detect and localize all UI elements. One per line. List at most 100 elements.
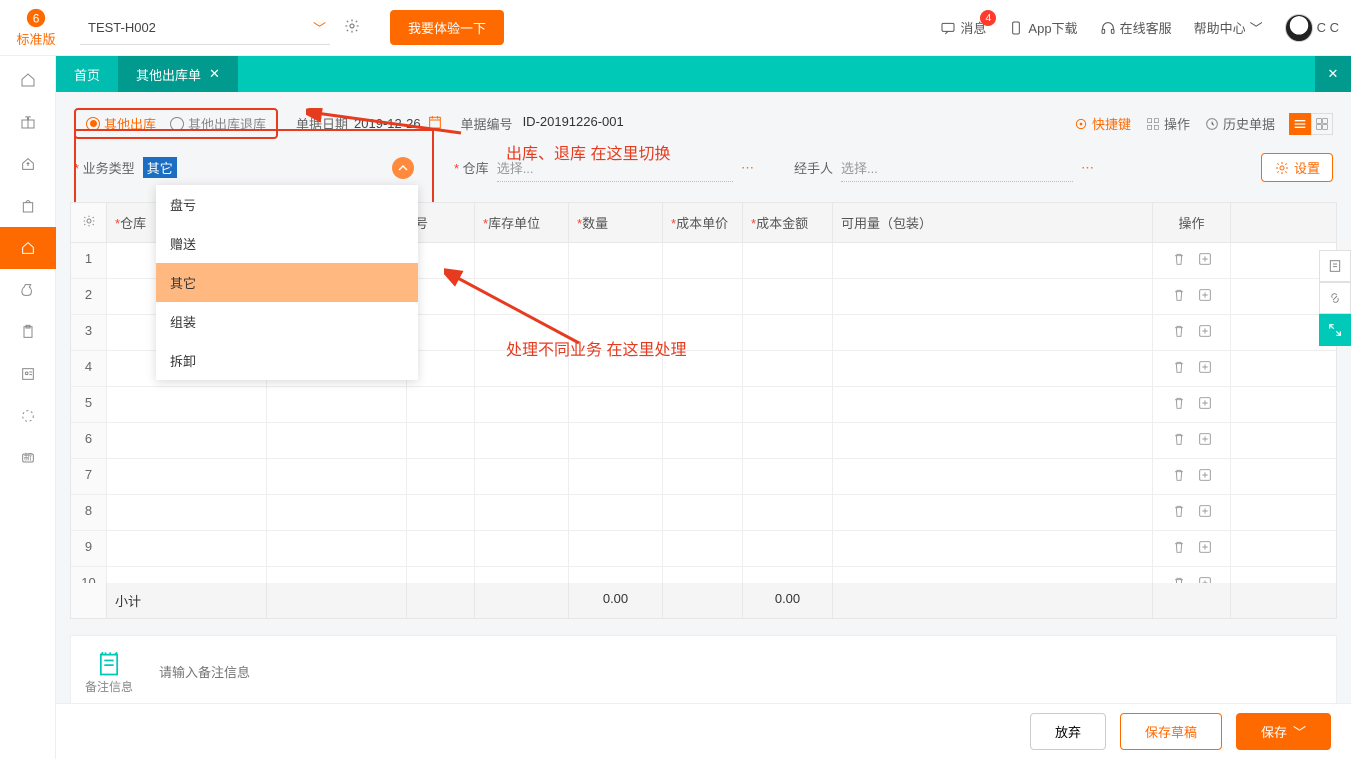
add-row[interactable] (1197, 503, 1213, 522)
form-toolbar: 快捷键 操作 历史单据 (1073, 113, 1333, 135)
nav-clipboard[interactable] (18, 322, 38, 342)
calendar-icon[interactable] (427, 114, 443, 133)
nav-cycle[interactable] (18, 406, 38, 426)
delete-row[interactable] (1171, 287, 1187, 306)
app-download[interactable]: App下载 (1008, 18, 1077, 37)
table-row[interactable]: 7 (71, 459, 1336, 495)
phone-icon (1008, 20, 1024, 36)
delete-row[interactable] (1171, 467, 1187, 486)
online-service[interactable]: 在线客服 (1100, 18, 1172, 37)
radio-other-out[interactable]: 其他出库 (86, 114, 156, 133)
add-row[interactable] (1197, 539, 1213, 558)
house-icon (20, 240, 36, 256)
table-row[interactable]: 6 (71, 423, 1336, 459)
history-button[interactable]: 历史单据 (1204, 114, 1275, 133)
avatar-icon (1285, 14, 1313, 42)
clipboard-icon (20, 324, 36, 340)
save-draft-button[interactable]: 保存草稿 (1120, 713, 1222, 750)
settings-gear[interactable] (344, 18, 360, 37)
help-center[interactable]: 帮助中心 ﹀ (1194, 18, 1263, 37)
tab-home[interactable]: 首页 (56, 56, 118, 92)
messages-button[interactable]: 消息 4 (940, 18, 986, 37)
nav-contact[interactable] (18, 364, 38, 384)
delete-row[interactable] (1171, 431, 1187, 450)
warehouse-select[interactable]: 选择... (497, 154, 733, 182)
right-tools (1319, 250, 1351, 346)
table-row[interactable]: 9 (71, 531, 1336, 567)
delete-row[interactable] (1171, 251, 1187, 270)
add-row[interactable] (1197, 251, 1213, 270)
operator-field[interactable]: 经手人 选择... ⋯ (794, 154, 1094, 182)
delete-row[interactable] (1171, 395, 1187, 414)
close-icon[interactable]: ✕ (209, 66, 220, 82)
nav-money[interactable] (18, 280, 38, 300)
tool-link[interactable] (1319, 282, 1351, 314)
add-row[interactable] (1197, 359, 1213, 378)
doc-date-field[interactable]: 单据日期 2019-12-26 (296, 114, 443, 133)
business-type-dropdown: 盘亏 赠送 其它 组装 拆卸 (156, 185, 418, 380)
cta-button[interactable]: 我要体验一下 (390, 10, 504, 45)
add-row[interactable] (1197, 575, 1213, 583)
form-fields-row: 业务类型 其它 盘亏 赠送 其它 组装 拆卸 仓库 选择... ⋯ (70, 145, 1337, 190)
discard-button[interactable]: 放弃 (1030, 713, 1106, 750)
add-row[interactable] (1197, 395, 1213, 414)
nav-warehouse[interactable] (0, 227, 56, 269)
project-select[interactable]: TEST-H002 ﹀ (80, 11, 330, 45)
grid-icon (1145, 116, 1161, 132)
more-icon[interactable]: ⋯ (1081, 160, 1094, 176)
nav-new[interactable]: 新 (18, 448, 38, 468)
view-grid[interactable] (1311, 113, 1333, 135)
more-icon[interactable]: ⋯ (741, 160, 754, 176)
nav-gift[interactable] (18, 112, 38, 132)
biz-opt-loss[interactable]: 盘亏 (156, 185, 418, 224)
remark-input[interactable] (159, 665, 1322, 680)
biz-opt-disassemble[interactable]: 拆卸 (156, 341, 418, 380)
gear-icon (1274, 160, 1290, 176)
business-type-dropdown-toggle[interactable] (392, 157, 414, 179)
delete-row[interactable] (1171, 359, 1187, 378)
col-settings[interactable] (71, 203, 107, 242)
nav-inbound[interactable] (18, 154, 38, 174)
user-menu[interactable]: C C (1285, 14, 1339, 42)
operate-button[interactable]: 操作 (1145, 114, 1190, 133)
view-list[interactable] (1289, 113, 1311, 135)
biz-opt-other[interactable]: 其它 (156, 263, 418, 302)
shortcut-button[interactable]: 快捷键 (1073, 114, 1131, 133)
delete-row[interactable] (1171, 575, 1187, 583)
delete-row[interactable] (1171, 539, 1187, 558)
out-type-radio-group: 其他出库 其他出库退库 (74, 108, 278, 139)
nav-home[interactable] (18, 70, 38, 90)
radio-other-out-return[interactable]: 其他出库退库 (170, 114, 266, 133)
add-row[interactable] (1197, 323, 1213, 342)
tab-other-outbound[interactable]: 其他出库单 ✕ (118, 56, 238, 92)
table-row[interactable]: 5 (71, 387, 1336, 423)
add-row[interactable] (1197, 431, 1213, 450)
business-type-value[interactable]: 其它 (143, 157, 177, 178)
config-button[interactable]: 设置 (1261, 153, 1333, 182)
tabstrip-close[interactable]: ✕ (1315, 56, 1351, 92)
biz-opt-assemble[interactable]: 组装 (156, 302, 418, 341)
svg-text:6: 6 (33, 12, 40, 26)
warehouse-field[interactable]: 仓库 选择... ⋯ (454, 154, 754, 182)
add-row[interactable] (1197, 287, 1213, 306)
delete-row[interactable] (1171, 503, 1187, 522)
headset-icon (1100, 20, 1116, 36)
nav-bag[interactable] (18, 196, 38, 216)
tool-note[interactable] (1319, 250, 1351, 282)
biz-opt-gift[interactable]: 赠送 (156, 224, 418, 263)
save-button[interactable]: 保存﹀ (1236, 713, 1331, 750)
operator-select[interactable]: 选择... (841, 154, 1073, 182)
page: 其他出库 其他出库退库 单据日期 2019-12-26 单据编号 ID-2019… (56, 92, 1351, 759)
left-nav: 新 (0, 56, 56, 759)
view-mode-toggle (1289, 113, 1333, 135)
cycle-icon (20, 408, 36, 424)
chevron-down-icon: ﹀ (313, 18, 326, 37)
link-icon (1327, 290, 1343, 306)
chevron-down-icon: ﹀ (1293, 725, 1306, 740)
add-row[interactable] (1197, 467, 1213, 486)
tool-expand[interactable] (1319, 314, 1351, 346)
gear-icon (344, 18, 360, 34)
table-row[interactable]: 10 (71, 567, 1336, 583)
table-row[interactable]: 8 (71, 495, 1336, 531)
delete-row[interactable] (1171, 323, 1187, 342)
